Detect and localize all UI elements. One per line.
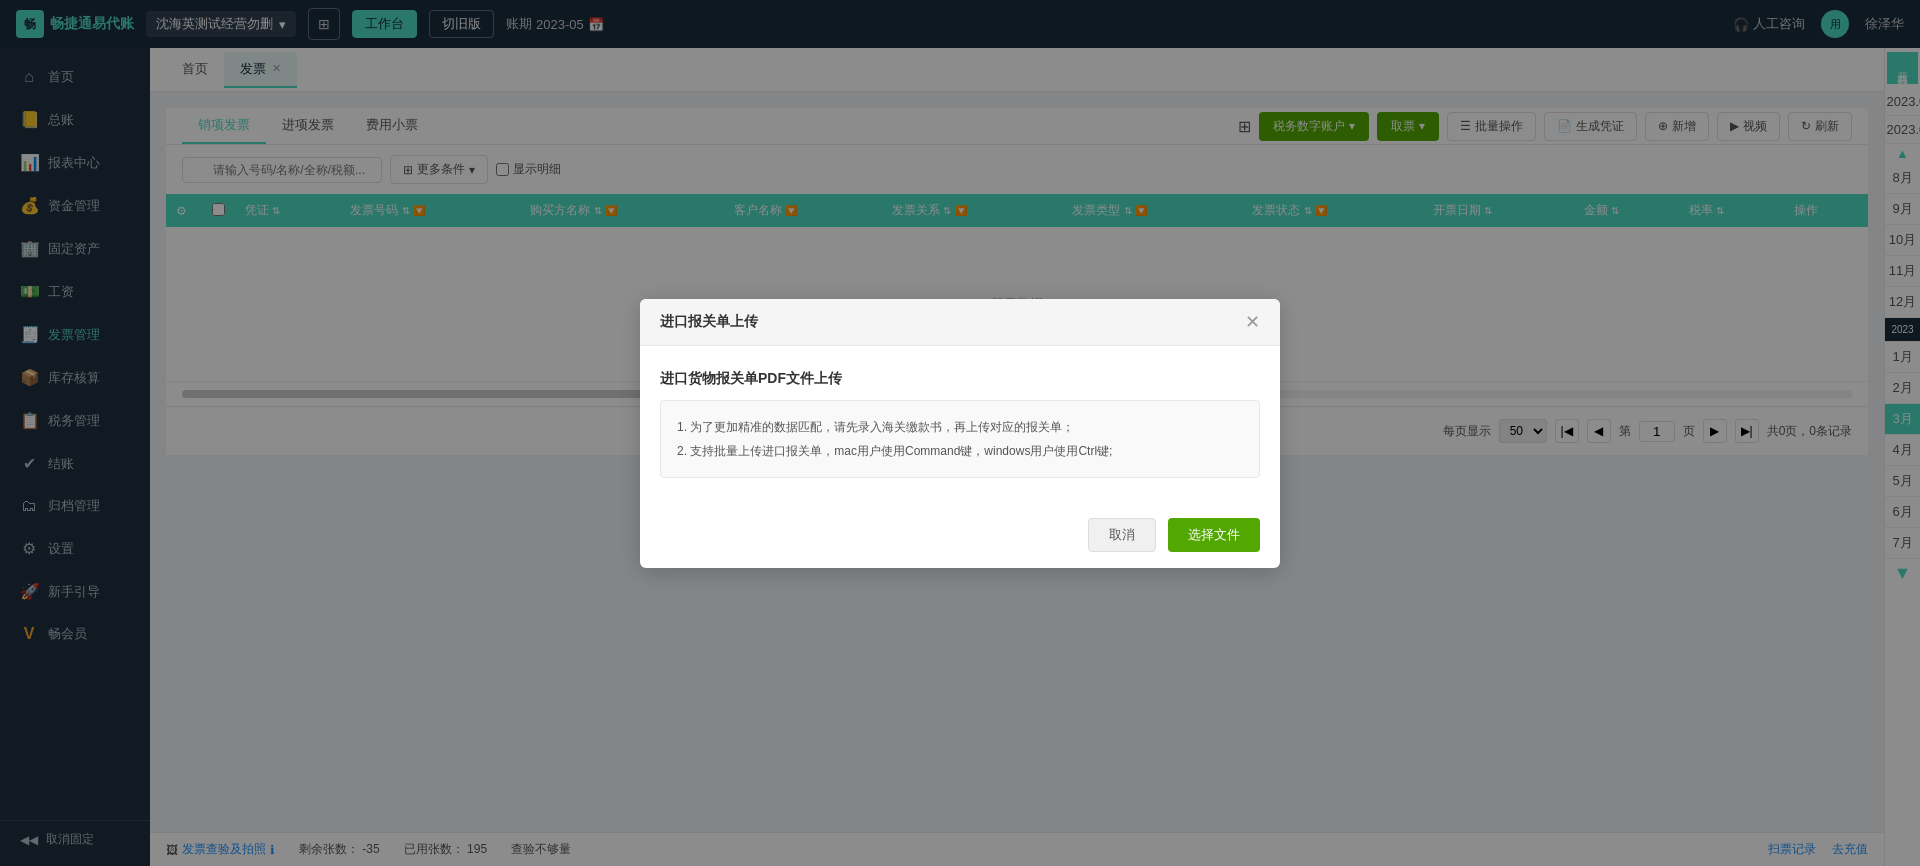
modal-upload-title: 进口货物报关单PDF文件上传 [660, 370, 1260, 388]
instruction-2: 2. 支持批量上传进口报关单，mac用户使用Command键，windows用户… [677, 439, 1243, 463]
modal-title: 进口报关单上传 [660, 313, 758, 331]
instruction-1: 1. 为了更加精准的数据匹配，请先录入海关缴款书，再上传对应的报关单； [677, 415, 1243, 439]
cancel-btn[interactable]: 取消 [1088, 518, 1156, 552]
modal-close-btn[interactable]: ✕ [1245, 313, 1260, 331]
modal-instructions: 1. 为了更加精准的数据匹配，请先录入海关缴款书，再上传对应的报关单； 2. 支… [660, 400, 1260, 478]
modal-footer: 取消 选择文件 [640, 502, 1280, 568]
modal-body: 进口货物报关单PDF文件上传 1. 为了更加精准的数据匹配，请先录入海关缴款书，… [640, 346, 1280, 502]
modal-header: 进口报关单上传 ✕ [640, 299, 1280, 346]
modal-dialog: 进口报关单上传 ✕ 进口货物报关单PDF文件上传 1. 为了更加精准的数据匹配，… [640, 299, 1280, 568]
modal-overlay[interactable]: 进口报关单上传 ✕ 进口货物报关单PDF文件上传 1. 为了更加精准的数据匹配，… [0, 0, 1920, 866]
select-file-btn[interactable]: 选择文件 [1168, 518, 1260, 552]
